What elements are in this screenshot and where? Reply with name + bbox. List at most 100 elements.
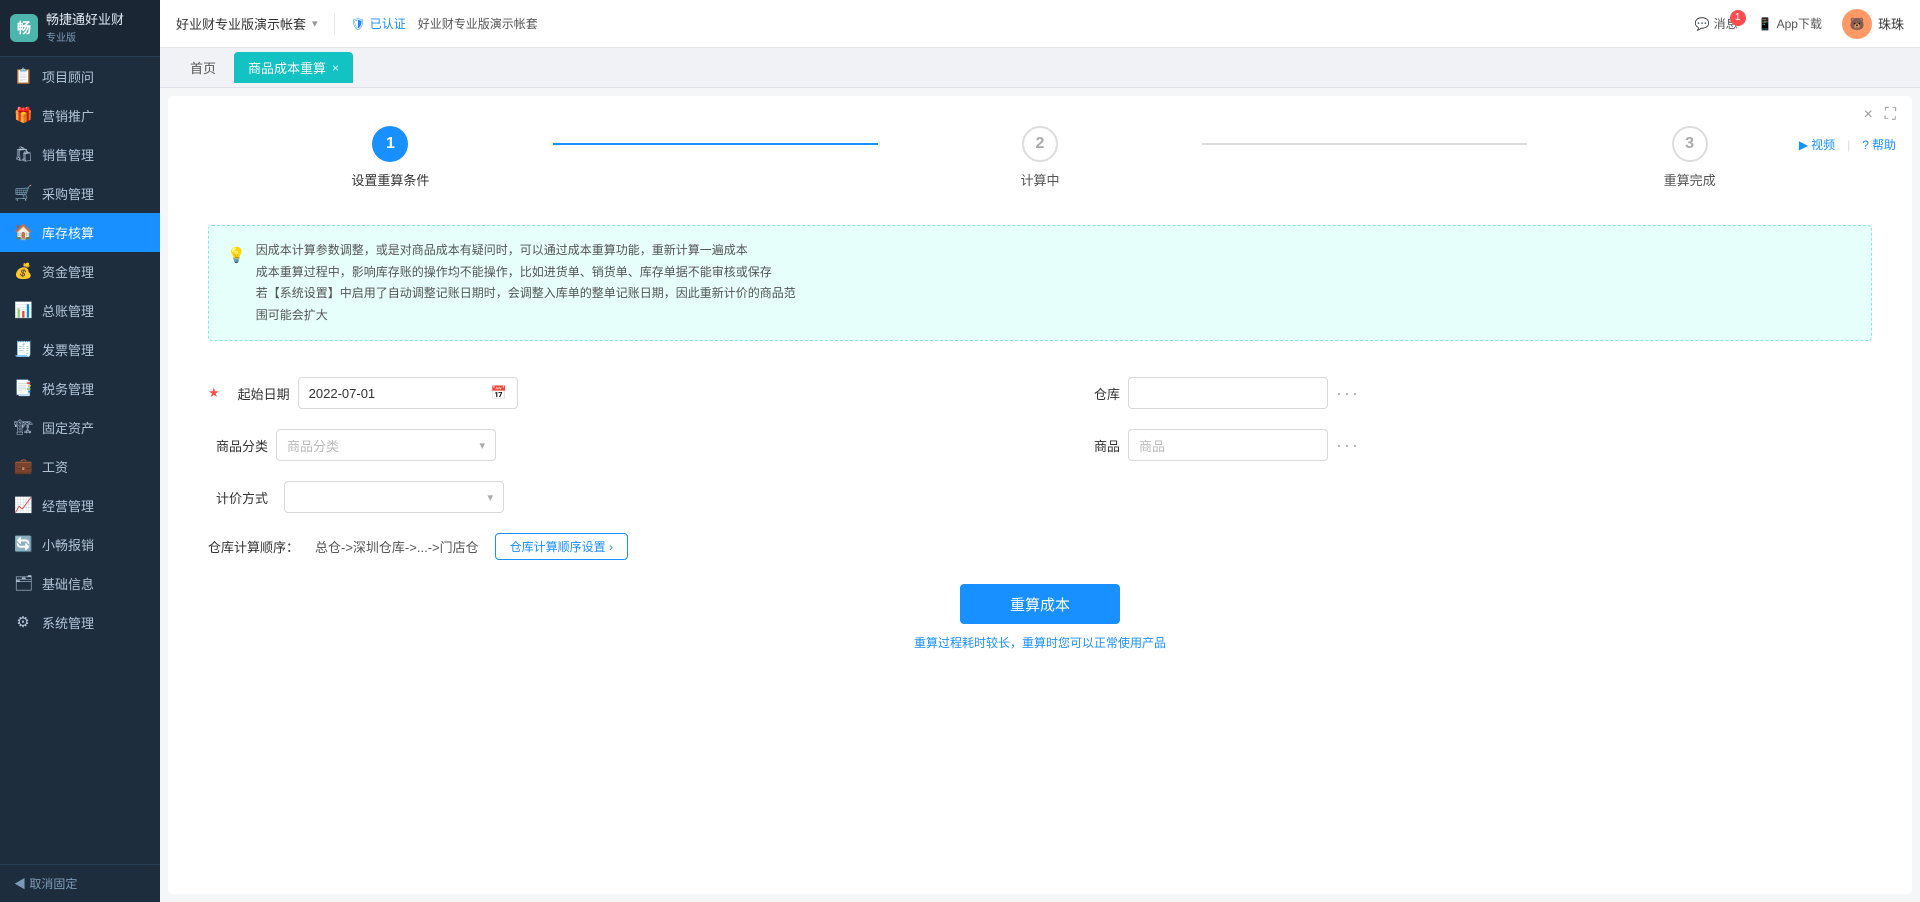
sidebar-unpin-button[interactable]: ◀ 取消固定 [0, 864, 160, 902]
close-window-button[interactable]: × [1863, 106, 1872, 124]
start-date-input[interactable]: 2022-07-01 📅 [298, 377, 518, 409]
avatar: 🐻 [1842, 9, 1872, 39]
sidebar-item-tax[interactable]: 📑 税务管理 [0, 369, 160, 408]
recalc-hint: 重算过程耗时较长，重算时您可以正常使用产品 [914, 634, 1166, 651]
sidebar-item-purchase[interactable]: 🛒 采购管理 [0, 174, 160, 213]
window-controls: × ⛶ [1863, 106, 1896, 124]
assets-icon: 🏗 [14, 418, 32, 436]
content-area: × ⛶ ▶ 视频 | ? 帮助 1 设置重算条件 [168, 96, 1912, 894]
marketing-icon: 🎁 [14, 106, 32, 124]
system-icon: ⚙ [14, 613, 32, 631]
goods-label: 商品 [1060, 436, 1120, 455]
tax-icon: 📑 [14, 379, 32, 397]
warehouse-order-row: 仓库计算顺序： 总仓->深圳仓库->...->门店仓 仓库计算顺序设置 › [208, 533, 1872, 560]
info-line-3: 若【系统设置】中启用了自动调整记账日期时，会调整入库单的整单记账日期，因此重新计… [256, 283, 796, 305]
pricing-label: 计价方式 [208, 488, 268, 507]
sidebar-item-label: 资金管理 [42, 262, 94, 281]
account-selector[interactable]: 好业财专业版演示帐套 ▾ [176, 14, 318, 33]
message-button[interactable]: 💬 消息 1 [1695, 15, 1738, 32]
sidebar-item-project[interactable]: 📋 项目顾问 [0, 57, 160, 96]
tab-cost-recalc[interactable]: 商品成本重算 × [234, 52, 353, 83]
inventory-icon: 🏠 [14, 223, 32, 241]
topbar-divider [334, 14, 335, 34]
app-download-label: App下载 [1777, 15, 1822, 32]
step-1-circle: 1 [372, 126, 408, 162]
tab-close-icon[interactable]: × [332, 61, 339, 75]
goods-input[interactable]: 商品 [1128, 429, 1328, 461]
form-row-1: ★ 起始日期 2022-07-01 📅 仓库 ··· [208, 377, 1872, 409]
shield-icon: 🛡 [351, 17, 366, 31]
goods-field: 商品 商品 ··· [1060, 429, 1872, 461]
start-date-field: ★ 起始日期 2022-07-01 📅 [208, 377, 1020, 409]
sidebar: 畅 畅捷通好业财 专业版 📋 项目顾问 🎁 营销推广 🛍 销售管理 🛒 采购管理… [0, 0, 160, 902]
sidebar-item-assets[interactable]: 🏗 固定资产 [0, 408, 160, 447]
warehouse-order-settings-label: 仓库计算顺序设置 › [510, 538, 613, 555]
goods-more-button[interactable]: ··· [1336, 435, 1360, 456]
recalc-button-label: 重算成本 [1010, 597, 1070, 614]
recalc-section: 重算成本 重算过程耗时较长，重算时您可以正常使用产品 [208, 584, 1872, 651]
sidebar-footer-label: ◀ 取消固定 [14, 875, 77, 892]
sidebar-item-label: 销售管理 [42, 145, 94, 164]
info-line-4: 围可能会扩大 [256, 305, 796, 327]
operations-icon: 📈 [14, 496, 32, 514]
accounting-icon: 📊 [14, 301, 32, 319]
app-download-button[interactable]: 📱 App下载 [1758, 15, 1822, 32]
sidebar-item-label: 采购管理 [42, 184, 94, 203]
topbar: 好业财专业版演示帐套 ▾ 🛡 已认证 好业财专业版演示帐套 💬 消息 1 📱 A… [160, 0, 1920, 48]
required-star: ★ [208, 385, 220, 401]
info-line-2: 成本重算过程中，影响库存账的操作均不能操作，比如进货单、销货单、库存单据不能审核… [256, 262, 796, 284]
step-3: 3 重算完成 [1527, 126, 1852, 189]
tabs-bar: 首页 商品成本重算 × [160, 48, 1920, 88]
info-box: 💡 因成本计算参数调整，或是对商品成本有疑问时，可以通过成本重算功能，重新计算一… [208, 225, 1872, 341]
message-badge: 1 [1730, 10, 1746, 26]
warehouse-input[interactable] [1128, 377, 1328, 409]
info-line-1: 因成本计算参数调整，或是对商品成本有疑问时，可以通过成本重算功能，重新计算一遍成… [256, 240, 796, 262]
category-label: 商品分类 [208, 436, 268, 455]
sidebar-item-label: 小畅报销 [42, 535, 94, 554]
basic-icon: 🗂 [14, 574, 32, 592]
user-menu[interactable]: 🐻 珠珠 [1842, 9, 1904, 39]
sidebar-item-label: 经营管理 [42, 496, 94, 515]
sidebar-item-expense[interactable]: 🔄 小畅报销 [0, 525, 160, 564]
app-name-block: 畅捷通好业财 专业版 [46, 12, 124, 44]
warehouse-order-label: 仓库计算顺序： [208, 537, 299, 556]
chevron-down-icon: ▾ [487, 491, 493, 504]
sidebar-item-finance[interactable]: 💰 资金管理 [0, 252, 160, 291]
warehouse-order-settings-button[interactable]: 仓库计算顺序设置 › [495, 533, 628, 560]
sidebar-item-operations[interactable]: 📈 经营管理 [0, 486, 160, 525]
username: 珠珠 [1878, 14, 1904, 33]
app-name: 畅捷通好业财 [46, 12, 124, 29]
form-row-2: 商品分类 商品分类 ▾ 商品 商品 ··· [208, 429, 1872, 461]
steps-container: 1 设置重算条件 2 计算中 3 重算完成 [168, 96, 1912, 209]
recalc-button[interactable]: 重算成本 [960, 584, 1120, 624]
goods-placeholder: 商品 [1139, 436, 1165, 455]
sidebar-item-sales[interactable]: 🛍 销售管理 [0, 135, 160, 174]
sidebar-item-label: 系统管理 [42, 613, 94, 632]
category-select[interactable]: 商品分类 ▾ [276, 429, 496, 461]
calendar-icon[interactable]: 📅 [490, 385, 506, 401]
account-name: 好业财专业版演示帐套 [176, 14, 306, 33]
start-date-label: 起始日期 [230, 384, 290, 403]
step-2-label: 计算中 [1020, 170, 1059, 189]
sidebar-item-inventory[interactable]: 🏠 库存核算 [0, 213, 160, 252]
sidebar-item-label: 基础信息 [42, 574, 94, 593]
sidebar-item-invoice[interactable]: 🧾 发票管理 [0, 330, 160, 369]
message-icon: 💬 [1695, 17, 1710, 31]
tab-home[interactable]: 首页 [176, 52, 230, 83]
step-3-circle: 3 [1672, 126, 1708, 162]
app-edition: 专业版 [46, 29, 124, 44]
sidebar-item-system[interactable]: ⚙ 系统管理 [0, 603, 160, 642]
sidebar-item-accounting[interactable]: 📊 总账管理 [0, 291, 160, 330]
pricing-select[interactable]: ▾ [284, 481, 504, 513]
sidebar-item-marketing[interactable]: 🎁 营销推广 [0, 96, 160, 135]
sidebar-item-salary[interactable]: 💼 工资 [0, 447, 160, 486]
warehouse-field: 仓库 ··· [1060, 377, 1872, 409]
sidebar-item-basic[interactable]: 🗂 基础信息 [0, 564, 160, 603]
warehouse-more-button[interactable]: ··· [1336, 383, 1360, 404]
invoice-icon: 🧾 [14, 340, 32, 358]
sidebar-item-label: 工资 [42, 457, 68, 476]
app-logo-icon: 畅 [10, 14, 38, 42]
sidebar-item-label: 库存核算 [42, 223, 94, 242]
expand-window-button[interactable]: ⛶ [1885, 106, 1896, 124]
main-area: 好业财专业版演示帐套 ▾ 🛡 已认证 好业财专业版演示帐套 💬 消息 1 📱 A… [160, 0, 1920, 902]
